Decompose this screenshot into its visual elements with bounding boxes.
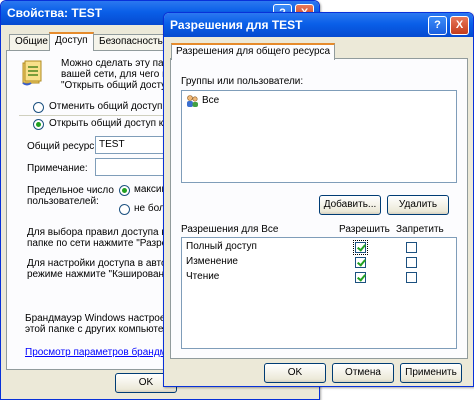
help-icon[interactable]: ?: [428, 16, 447, 35]
permissions-title-bar[interactable]: Разрешения для TEST: [164, 13, 473, 37]
groups-listbox[interactable]: Все: [181, 90, 457, 183]
perm-read-deny-checkbox[interactable]: [406, 272, 417, 283]
tab-sharing[interactable]: Доступ: [49, 32, 94, 51]
properties-title: Свойства: TEST: [7, 6, 103, 20]
permissions-title: Разрешения для TEST: [170, 18, 303, 32]
caching-text-2: режиме нажмите "Кэширование: [27, 269, 176, 280]
deny-header: Запретить: [396, 224, 444, 235]
perm-full-access-allow-checkbox[interactable]: [353, 240, 368, 255]
radio-enable-sharing-label: Открыть общий доступ к это: [49, 118, 181, 129]
permissions-text-1: Для выбора правил доступа к: [27, 227, 166, 238]
perm-read-label: Чтение: [186, 271, 220, 282]
group-item-label: Все: [202, 95, 220, 106]
remove-button[interactable]: Удалить: [387, 195, 449, 215]
perm-read-allow-checkbox[interactable]: [355, 272, 366, 283]
caching-text-1: Для настройки доступа в авто: [27, 258, 167, 269]
intro-line-2: вашей сети, для чего вы: [61, 69, 175, 80]
close-icon[interactable]: X: [450, 16, 469, 35]
share-permissions-window: Разрешения для TEST ? X Разрешения для о…: [163, 12, 474, 387]
radio-disable-sharing[interactable]: [33, 102, 44, 113]
cancel-button[interactable]: Отмена: [332, 363, 394, 383]
share-name-label: Общий ресурс:: [27, 141, 98, 152]
perm-change-deny-checkbox[interactable]: [406, 257, 417, 268]
permissions-tab-panel: Группы или пользователи: Все Добавить...…: [170, 58, 468, 359]
radio-enable-sharing[interactable]: [33, 119, 44, 130]
perm-full-access-deny-checkbox[interactable]: [406, 242, 417, 253]
firewall-text-2: этой папке с других компьютеро: [25, 324, 175, 335]
perm-change-allow-checkbox[interactable]: [355, 257, 366, 268]
radio-limit-max[interactable]: [119, 185, 130, 196]
permissions-for-label: Разрешения для Все: [181, 224, 279, 235]
intro-line-3: "Открыть общий доступ к: [61, 80, 179, 91]
tab-share-permissions[interactable]: Разрешения для общего ресурса: [171, 43, 336, 60]
tab-general[interactable]: Общие: [9, 34, 54, 50]
shared-folder-icon: [21, 59, 43, 87]
permissions-text-2: папке по сети нажмите "Разреш: [27, 238, 176, 249]
tab-security[interactable]: Безопасность: [93, 34, 169, 50]
user-limit-label-2: пользователей:: [27, 196, 99, 207]
radio-limit-no-more[interactable]: [119, 204, 130, 215]
add-button[interactable]: Добавить...: [319, 195, 381, 215]
firewall-text-1: Брандмауэр Windows настроен н: [25, 313, 180, 324]
comment-label: Примечание:: [27, 163, 88, 174]
intro-line-1: Можно сделать эту папк: [61, 58, 174, 69]
allow-header: Разрешить: [339, 224, 390, 235]
firewall-settings-link[interactable]: Просмотр параметров брандмау: [25, 347, 177, 358]
apply-button[interactable]: Применить: [400, 363, 462, 383]
user-limit-label-1: Предельное число: [27, 185, 114, 196]
users-group-icon: [185, 94, 199, 108]
permissions-list: Полный доступ Изменение Чтение: [181, 237, 457, 349]
ok-button[interactable]: OK: [264, 363, 326, 383]
groups-label: Группы или пользователи:: [181, 76, 304, 87]
radio-disable-sharing-label: Отменить общий доступ к эт: [49, 101, 182, 112]
perm-change-label: Изменение: [186, 256, 238, 267]
perm-full-access-label: Полный доступ: [186, 241, 257, 252]
